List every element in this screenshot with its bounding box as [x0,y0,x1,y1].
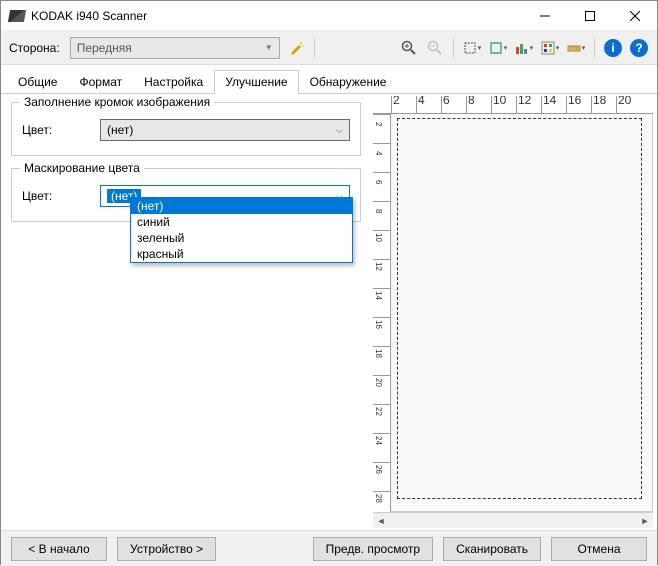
side-select-value: Передняя [77,41,132,55]
vertical-ruler: 246810121416182022242628 [373,114,391,512]
magic-wand-icon[interactable] [286,38,306,58]
tab-adjust[interactable]: Настройка [133,70,214,94]
edge-fill-color-select[interactable]: (нет) ⌵ [100,119,350,141]
crop-tool-icon[interactable] [488,38,508,58]
select-tool-icon[interactable] [462,38,482,58]
color-tool-icon[interactable] [540,38,560,58]
footer-bar: < В начало Устройство > Предв. просмотр … [1,530,657,566]
minimize-button[interactable] [522,1,567,31]
close-button[interactable] [612,1,657,31]
chevron-down-icon: ▼ [265,43,273,52]
separator [314,38,315,58]
chevron-down-icon: ⌵ [336,125,343,136]
settings-panel: Заполнение кромок изображения Цвет: (нет… [1,94,371,530]
minimize-icon [540,11,550,21]
side-label: Сторона: [9,41,60,55]
scanner-icon [8,10,26,22]
title-bar: KODAK i940 Scanner [1,1,657,31]
adjust-tool-icon[interactable] [514,38,534,58]
main-area: Заполнение кромок изображения Цвет: (нет… [1,94,657,530]
preview-panel: 2468101214161820 24681012141618202224262… [371,94,657,530]
measure-tool-icon[interactable] [566,38,586,58]
dropdown-option[interactable]: синий [131,214,352,230]
window-title: KODAK i940 Scanner [31,9,522,23]
maximize-icon [585,11,595,21]
side-select[interactable]: Передняя ▼ [70,37,280,59]
help-icon: ? [630,39,648,57]
selection-rectangle[interactable] [397,118,642,499]
dropdown-option[interactable]: (нет) [131,198,352,214]
scroll-left-button[interactable]: ◄ [373,513,389,529]
edge-fill-group: Заполнение кромок изображения Цвет: (нет… [11,102,361,156]
color-mask-group: Маскирование цвета Цвет: (нет) ⌵ (нет) с… [11,168,361,222]
info-button[interactable]: i [603,38,623,58]
tab-strip: Общие Формат Настройка Улучшение Обнаруж… [1,65,657,94]
preview-button[interactable]: Предв. просмотр [313,537,433,561]
help-button[interactable]: ? [629,38,649,58]
tab-format[interactable]: Формат [68,70,133,94]
edge-fill-legend: Заполнение кромок изображения [20,95,214,109]
separator [453,38,454,58]
toolbar: Сторона: Передняя ▼ i ? [1,31,657,65]
horizontal-ruler: 2468101214161820 [373,96,653,114]
tab-enhance[interactable]: Улучшение [214,70,298,94]
color-mask-dropdown[interactable]: (нет) синий зеленый красный [130,197,353,263]
color-mask-legend: Маскирование цвета [20,161,144,175]
dropdown-option[interactable]: красный [131,246,352,262]
maximize-button[interactable] [567,1,612,31]
zoom-out-icon[interactable] [425,38,445,58]
scan-button[interactable]: Сканировать [443,537,541,561]
tab-detect[interactable]: Обнаружение [299,70,398,94]
cancel-button[interactable]: Отмена [551,537,647,561]
zoom-in-icon[interactable] [399,38,419,58]
dropdown-option[interactable]: зеленый [131,230,352,246]
info-icon: i [604,39,622,57]
color-mask-color-label: Цвет: [22,189,92,203]
scroll-right-button[interactable]: ► [637,513,653,529]
separator [594,38,595,58]
back-button[interactable]: < В начало [11,537,107,561]
edge-fill-color-label: Цвет: [22,123,92,137]
close-icon [630,11,640,21]
horizontal-scrollbar[interactable]: ◄ ► [373,512,653,528]
tab-general[interactable]: Общие [7,70,68,94]
preview-canvas[interactable] [391,114,653,512]
edge-fill-color-value: (нет) [107,123,133,137]
device-button[interactable]: Устройство > [117,537,216,561]
